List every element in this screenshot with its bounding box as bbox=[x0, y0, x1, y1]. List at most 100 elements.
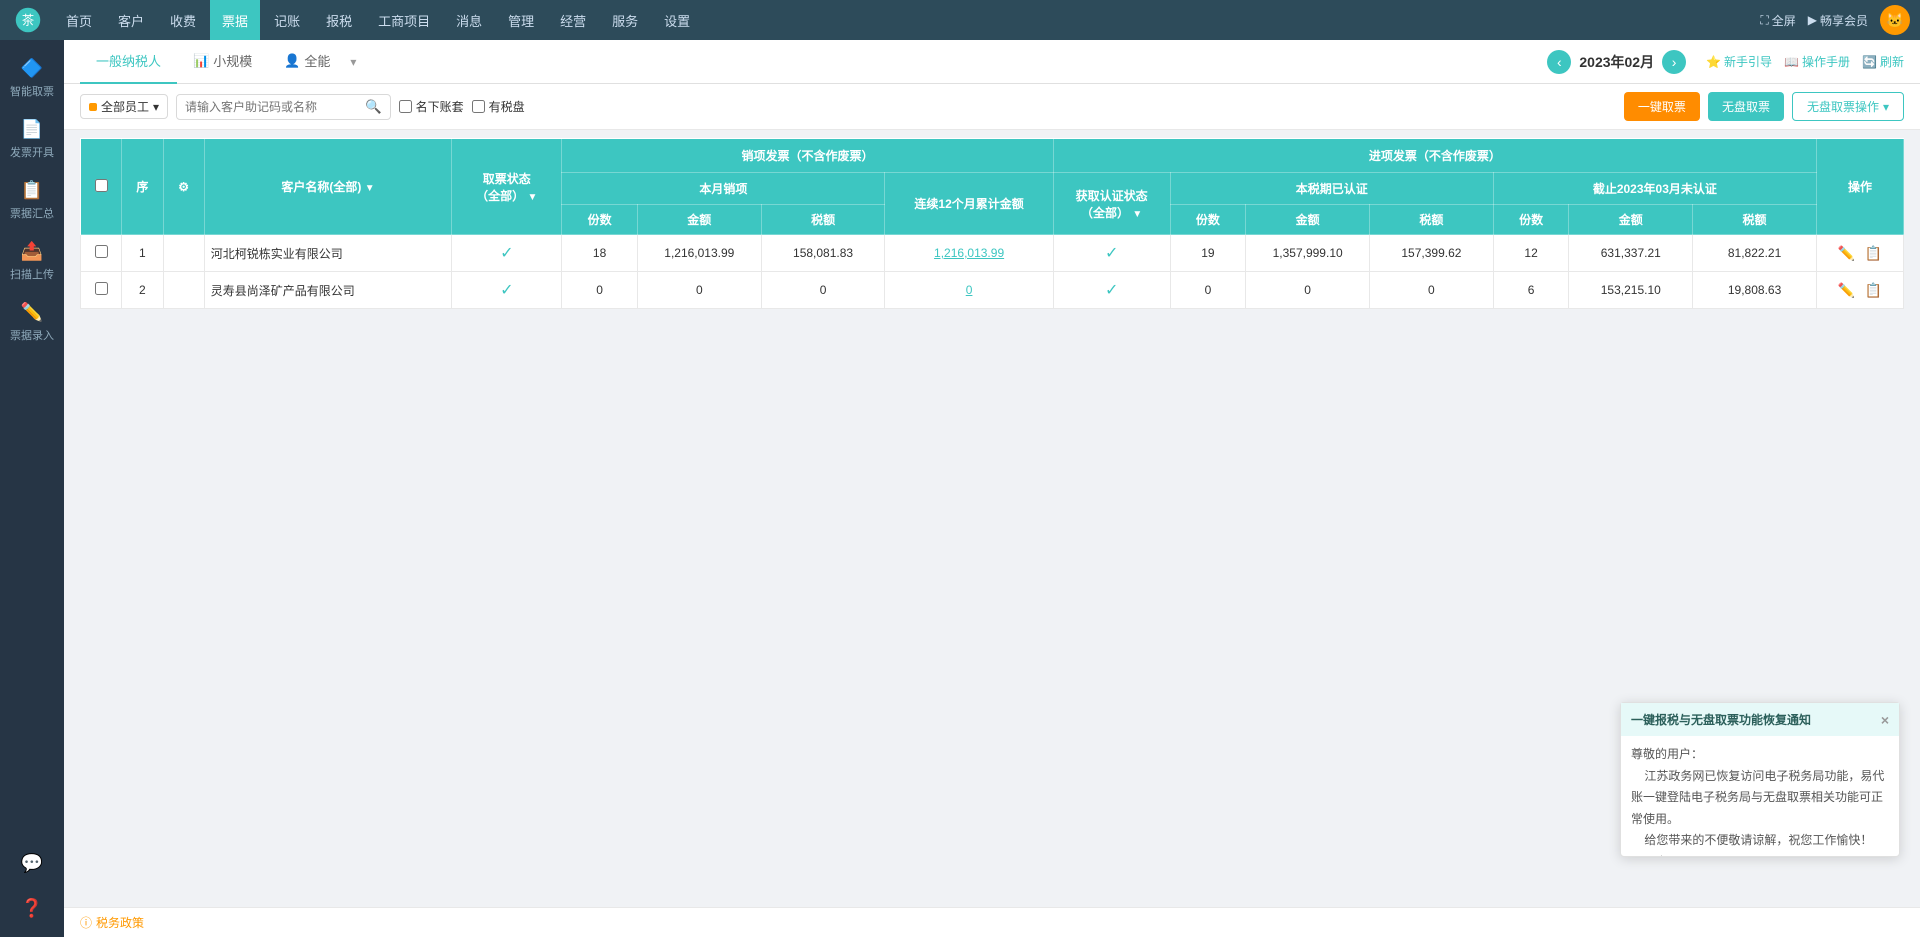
app-logo: 茶 bbox=[10, 2, 46, 38]
customer-filter-icon[interactable]: ▼ bbox=[365, 183, 375, 194]
nav-menu: 首页 客户 收费 票据 记账 报税 工商项目 消息 管理 经营 服务 设置 bbox=[54, 0, 1760, 40]
tab-dropdown-icon[interactable]: ▾ bbox=[350, 55, 356, 69]
nav-client[interactable]: 客户 bbox=[106, 0, 156, 40]
edit-icon[interactable]: ✏️ bbox=[1838, 245, 1855, 261]
select-all-checkbox[interactable] bbox=[95, 179, 108, 192]
member-btn[interactable]: ▶ 畅享会员 bbox=[1808, 12, 1868, 29]
play-icon: ▶ bbox=[1808, 13, 1817, 27]
manual-icon: 📖 bbox=[1784, 55, 1799, 69]
notification-close-btn[interactable]: × bbox=[1881, 712, 1889, 728]
row-settings bbox=[163, 272, 204, 309]
tax-policy-link[interactable]: ⓘ 税务政策 bbox=[80, 914, 144, 931]
th-purchase-group: 进项发票（不含作废票） bbox=[1053, 139, 1816, 173]
th-checkbox bbox=[81, 139, 122, 235]
row-this-month-amount: 1,216,013.99 bbox=[637, 235, 761, 272]
sidebar-item-summary[interactable]: 📋 票据汇总 bbox=[4, 172, 60, 229]
sidebar-item-chat[interactable]: 💬 bbox=[4, 845, 60, 882]
refresh-link[interactable]: 🔄 刷新 bbox=[1862, 53, 1904, 70]
th-cert-tax: 税额 bbox=[1370, 205, 1494, 235]
checkbox-tax-disk[interactable]: 有税盘 bbox=[472, 98, 525, 115]
row-ticket-status: ✓ bbox=[452, 272, 562, 309]
row-ticket-status: ✓ bbox=[452, 235, 562, 272]
toolbar: 全部员工 ▾ 🔍 名下账套 有税盘 一键取票 无盘取票 无盘取票操作 ▾ bbox=[64, 84, 1920, 130]
th-sales-group: 销项发票（不含作废票） bbox=[562, 139, 1053, 173]
scan-icon: 📤 bbox=[21, 241, 43, 262]
view-icon[interactable]: 📋 bbox=[1865, 282, 1882, 298]
checkbox-account-set[interactable]: 名下账套 bbox=[399, 98, 464, 115]
account-set-checkbox[interactable] bbox=[399, 100, 412, 113]
nav-business2[interactable]: 经营 bbox=[548, 0, 598, 40]
guide-icon: ⭐ bbox=[1706, 55, 1721, 69]
tab-all[interactable]: 👤 全能 bbox=[268, 40, 346, 84]
row-checkbox[interactable] bbox=[81, 235, 122, 272]
search-input[interactable] bbox=[177, 96, 357, 118]
row-no: 1 bbox=[122, 235, 163, 272]
footer-bar: ⓘ 税务政策 bbox=[64, 907, 1920, 937]
view-icon[interactable]: 📋 bbox=[1865, 245, 1882, 261]
tab-bar: 一般纳税人 📊 小规模 👤 全能 ▾ ‹ 2023年02月 › ⭐ 新手引导 bbox=[64, 40, 1920, 84]
period-next-btn[interactable]: › bbox=[1662, 50, 1686, 74]
refresh-icon: 🔄 bbox=[1862, 55, 1877, 69]
row-cert-status: ✓ bbox=[1053, 272, 1170, 309]
row-checkbox[interactable] bbox=[81, 272, 122, 309]
ticket-status-filter-icon[interactable]: ▼ bbox=[528, 192, 538, 203]
cert-status-filter-icon[interactable]: ▼ bbox=[1132, 209, 1142, 220]
row-cumulative: 0 bbox=[885, 272, 1053, 309]
row-uncert-amount: 631,337.21 bbox=[1569, 235, 1693, 272]
period-nav: ‹ 2023年02月 › bbox=[1547, 50, 1686, 74]
period-prev-btn[interactable]: ‹ bbox=[1547, 50, 1571, 74]
row-uncert-count: 12 bbox=[1493, 235, 1569, 272]
small-scale-icon: 📊 bbox=[193, 53, 209, 69]
summary-icon: 📋 bbox=[21, 180, 43, 201]
employee-dot bbox=[89, 103, 97, 111]
fullscreen-btn[interactable]: ⛶ 全屏 bbox=[1760, 12, 1795, 29]
data-table: 序 ⚙ 客户名称(全部) ▼ 取票状态（全部） ▼ 销项发票（不含作废票） 进项… bbox=[80, 138, 1904, 309]
row-uncert-tax: 19,808.63 bbox=[1693, 272, 1817, 309]
tab-bar-right: ⭐ 新手引导 📖 操作手册 🔄 刷新 bbox=[1706, 53, 1904, 70]
sidebar-item-invoice[interactable]: 📄 发票开具 bbox=[4, 111, 60, 168]
nav-settings[interactable]: 设置 bbox=[652, 0, 702, 40]
sidebar-item-scan[interactable]: 📤 扫描上传 bbox=[4, 233, 60, 290]
sidebar-item-help[interactable]: ❓ bbox=[4, 890, 60, 927]
search-button[interactable]: 🔍 bbox=[357, 95, 390, 119]
tax-disk-checkbox[interactable] bbox=[472, 100, 485, 113]
svg-text:茶: 茶 bbox=[22, 12, 34, 27]
table-row: 1 河北柯锐栋实业有限公司 ✓ 18 1,216,013.99 158,081.… bbox=[81, 235, 1904, 272]
sidebar-item-smart-ticket[interactable]: 🔷 智能取票 bbox=[4, 50, 60, 107]
nav-home[interactable]: 首页 bbox=[54, 0, 104, 40]
manual-link[interactable]: 📖 操作手册 bbox=[1784, 53, 1850, 70]
th-ticket-status: 取票状态（全部） ▼ bbox=[452, 139, 562, 235]
nav-bookkeeping[interactable]: 记账 bbox=[262, 0, 312, 40]
tab-general-taxpayer[interactable]: 一般纳税人 bbox=[80, 40, 177, 84]
nav-manage[interactable]: 管理 bbox=[496, 0, 546, 40]
row-cert-amount: 0 bbox=[1246, 272, 1370, 309]
tab-small-scale[interactable]: 📊 小规模 bbox=[177, 40, 268, 84]
no-disk-ticket-btn[interactable]: 无盘取票 bbox=[1708, 92, 1784, 121]
th-cert-status: 获取认证状态（全部） ▼ bbox=[1053, 173, 1170, 235]
nav-service[interactable]: 服务 bbox=[600, 0, 650, 40]
no-disk-operation-btn[interactable]: 无盘取票操作 ▾ bbox=[1792, 92, 1904, 121]
sidebar-item-entry[interactable]: ✏️ 票据录入 bbox=[4, 294, 60, 351]
new-guide-link[interactable]: ⭐ 新手引导 bbox=[1706, 53, 1772, 70]
nav-charge[interactable]: 收费 bbox=[158, 0, 208, 40]
row-customer: 灵寿县尚泽矿产品有限公司 bbox=[204, 272, 452, 309]
nav-tax[interactable]: 报税 bbox=[314, 0, 364, 40]
row-this-month-tax: 158,081.83 bbox=[761, 235, 885, 272]
nav-business[interactable]: 工商项目 bbox=[366, 0, 442, 40]
edit-icon[interactable]: ✏️ bbox=[1838, 282, 1855, 298]
th-sales-count: 份数 bbox=[562, 205, 638, 235]
all-icon: 👤 bbox=[284, 53, 300, 69]
nav-message[interactable]: 消息 bbox=[444, 0, 494, 40]
toolbar-right: 一键取票 无盘取票 无盘取票操作 ▾ bbox=[1624, 92, 1904, 121]
top-nav-right: ⛶ 全屏 ▶ 畅享会员 🐱 bbox=[1760, 5, 1910, 35]
one-click-ticket-btn[interactable]: 一键取票 bbox=[1624, 92, 1700, 121]
row-this-month-count: 0 bbox=[562, 272, 638, 309]
user-avatar[interactable]: 🐱 bbox=[1880, 5, 1910, 35]
operation-dropdown-icon: ▾ bbox=[1883, 100, 1889, 114]
row-actions: ✏️ 📋 bbox=[1816, 235, 1903, 272]
th-uncert-count: 份数 bbox=[1493, 205, 1569, 235]
nav-ticket[interactable]: 票据 bbox=[210, 0, 260, 40]
employee-select[interactable]: 全部员工 ▾ bbox=[80, 94, 168, 119]
th-no: 序 bbox=[122, 139, 163, 235]
th-cert-count: 份数 bbox=[1170, 205, 1246, 235]
